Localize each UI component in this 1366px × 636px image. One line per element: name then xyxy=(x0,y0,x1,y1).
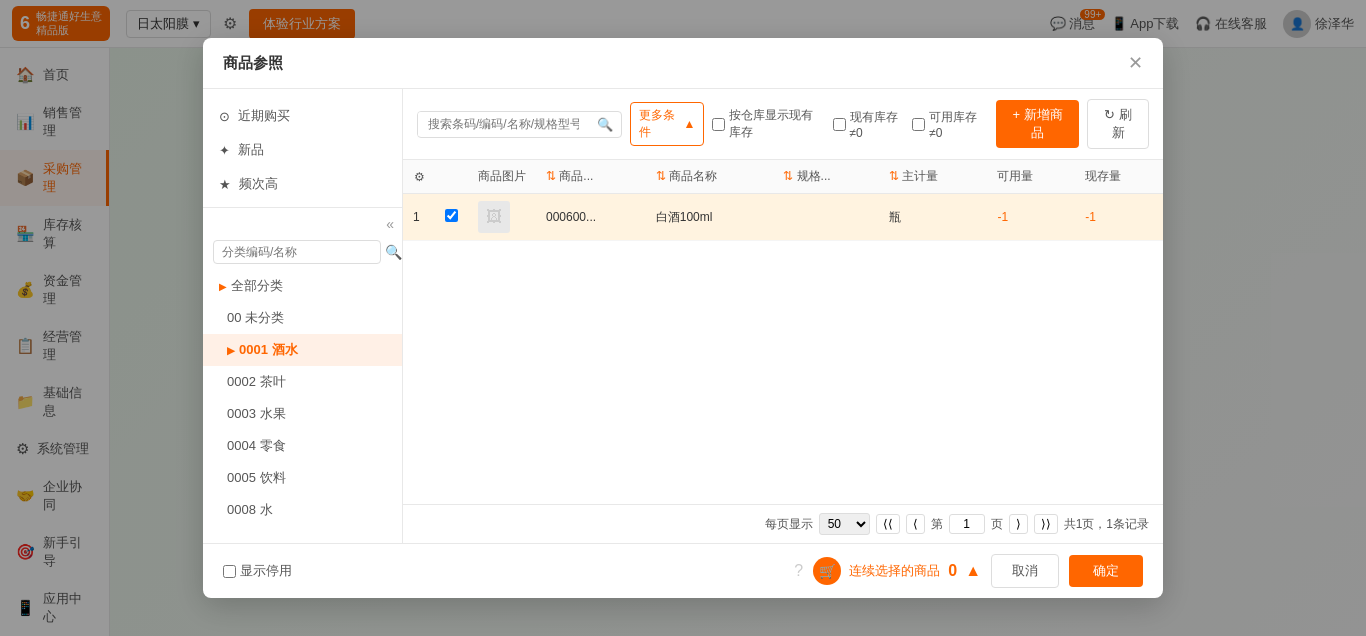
table-header: ⚙ 商品图片 ⇅ 商品... ⇅ xyxy=(403,160,1163,194)
category-search: 🔍 xyxy=(203,234,402,270)
cart-label: 连续选择的商品 xyxy=(849,562,940,580)
category-0001[interactable]: ▶ 0001 酒水 xyxy=(203,334,402,366)
nav-high-freq[interactable]: ★ 频次高 xyxy=(203,167,402,201)
filter-icon: ▲ xyxy=(683,117,695,131)
total-text: 共1页，1条记录 xyxy=(1064,516,1149,533)
search-input[interactable] xyxy=(418,112,589,136)
filter-checkboxes: 按仓库显示现有库存 现有库存≠0 可用库存≠0 xyxy=(712,107,980,141)
star-icon: ★ xyxy=(219,177,231,192)
th-checkbox xyxy=(435,160,468,194)
td-num: 1 xyxy=(403,194,435,241)
modal-left-panel: ⊙ 近期购买 ✦ 新品 ★ 频次高 « xyxy=(203,89,403,543)
category-search-input[interactable] xyxy=(213,240,381,264)
collapse-icon[interactable]: « xyxy=(386,216,394,232)
modal-right-panel: 🔍 更多条件 ▲ 按仓库显示现有库存 现有库存≠0 xyxy=(403,89,1163,543)
page-input[interactable] xyxy=(949,514,985,534)
search-box: 🔍 xyxy=(417,111,622,138)
td-checkbox[interactable] xyxy=(435,194,468,241)
checkbox-stock-nonzero[interactable]: 现有库存≠0 xyxy=(833,109,901,140)
cart-summary: 🛒 连续选择的商品 0 ▲ xyxy=(813,557,981,585)
page-size-select[interactable]: 20 50 100 xyxy=(819,513,870,535)
page-size-label: 每页显示 xyxy=(765,516,813,533)
sort-icon3: ⇅ xyxy=(783,169,793,183)
filter-label: 更多条件 xyxy=(639,107,679,141)
confirm-button[interactable]: 确定 xyxy=(1069,555,1143,587)
td-code: 000600... xyxy=(536,194,646,241)
th-spec[interactable]: ⇅ 规格... xyxy=(773,160,879,194)
collapse-cart-icon[interactable]: ▲ xyxy=(965,562,981,580)
sort-icon: ⇅ xyxy=(546,169,556,183)
category-0008[interactable]: 0008 水 xyxy=(203,494,402,526)
checkbox-available-nonzero[interactable]: 可用库存≠0 xyxy=(912,109,980,140)
pagination: 每页显示 20 50 100 ⟨⟨ ⟨ 第 页 ⟩ ⟩⟩ 共1页，1条记录 xyxy=(403,504,1163,543)
show-disabled-checkbox[interactable]: 显示停用 xyxy=(223,562,292,580)
product-image: 🖼 xyxy=(478,201,510,233)
category-00[interactable]: 00 未分类 xyxy=(203,302,402,334)
next-page-button[interactable]: ⟩ xyxy=(1009,514,1028,534)
first-page-button[interactable]: ⟨⟨ xyxy=(876,514,900,534)
th-image: 商品图片 xyxy=(468,160,536,194)
td-available: -1 xyxy=(987,194,1075,241)
th-stock: 现存量 xyxy=(1075,160,1163,194)
th-name[interactable]: ⇅ 商品名称 xyxy=(646,160,773,194)
category-search-icon[interactable]: 🔍 xyxy=(385,244,402,260)
modal-close-button[interactable]: ✕ xyxy=(1128,52,1143,74)
search-icon[interactable]: 🔍 xyxy=(589,112,621,137)
td-name: 白酒100ml xyxy=(646,194,773,241)
th-settings[interactable]: ⚙ xyxy=(403,160,435,194)
th-unit[interactable]: ⇅ 主计量 xyxy=(879,160,988,194)
category-0004[interactable]: 0004 零食 xyxy=(203,430,402,462)
category-0005[interactable]: 0005 饮料 xyxy=(203,462,402,494)
modal-header: 商品参照 ✕ xyxy=(203,38,1163,89)
td-stock: -1 xyxy=(1075,194,1163,241)
td-unit: 瓶 xyxy=(879,194,988,241)
sort-icon4: ⇅ xyxy=(889,169,899,183)
cart-icon: 🛒 xyxy=(813,557,841,585)
td-spec xyxy=(773,194,879,241)
modal-title: 商品参照 xyxy=(223,54,283,73)
add-product-button[interactable]: + 新增商品 xyxy=(996,100,1079,148)
page-unit: 页 xyxy=(991,516,1003,533)
category-all[interactable]: ▶ 全部分类 xyxy=(203,270,402,302)
table-row[interactable]: 1 🖼 000600... 白酒100ml 瓶 xyxy=(403,194,1163,241)
page-word: 第 xyxy=(931,516,943,533)
help-icon[interactable]: ? xyxy=(794,562,803,580)
filter-button[interactable]: 更多条件 ▲ xyxy=(630,102,704,146)
last-page-button[interactable]: ⟩⟩ xyxy=(1034,514,1058,534)
checkbox-warehouse[interactable]: 按仓库显示现有库存 xyxy=(712,107,820,141)
product-table-wrap: ⚙ 商品图片 ⇅ 商品... ⇅ xyxy=(403,160,1163,504)
modal-overlay[interactable]: 商品参照 ✕ ⊙ 近期购买 ✦ 新品 ★ 频次高 xyxy=(0,0,1366,636)
toolbar: 🔍 更多条件 ▲ 按仓库显示现有库存 现有库存≠0 xyxy=(403,89,1163,160)
category-0002[interactable]: 0002 茶叶 xyxy=(203,366,402,398)
cancel-button[interactable]: 取消 xyxy=(991,554,1059,588)
divider xyxy=(203,207,402,208)
recent-icon: ⊙ xyxy=(219,109,230,124)
category-0010[interactable]: 0010 家电 xyxy=(203,526,402,533)
nav-recent-purchase[interactable]: ⊙ 近期购买 xyxy=(203,99,402,133)
modal-left-nav: ⊙ 近期购买 ✦ 新品 ★ 频次高 xyxy=(203,99,402,201)
modal-footer: 显示停用 ? 🛒 连续选择的商品 0 ▲ 取消 确定 xyxy=(203,543,1163,598)
category-0003[interactable]: 0003 水果 xyxy=(203,398,402,430)
refresh-button[interactable]: ↻ 刷新 xyxy=(1087,99,1149,149)
new-icon: ✦ xyxy=(219,143,230,158)
category-list: ▶ 全部分类 00 未分类 ▶ 0001 酒水 0002 茶叶 0003 水果 xyxy=(203,270,402,533)
td-img: 🖼 xyxy=(468,194,536,241)
modal-product-ref: 商品参照 ✕ ⊙ 近期购买 ✦ 新品 ★ 频次高 xyxy=(203,38,1163,598)
th-code[interactable]: ⇅ 商品... xyxy=(536,160,646,194)
th-available: 可用量 xyxy=(987,160,1075,194)
modal-body: ⊙ 近期购买 ✦ 新品 ★ 频次高 « xyxy=(203,89,1163,543)
product-table: ⚙ 商品图片 ⇅ 商品... ⇅ xyxy=(403,160,1163,241)
sort-icon2: ⇅ xyxy=(656,169,666,183)
prev-page-button[interactable]: ⟨ xyxy=(906,514,925,534)
nav-new-product[interactable]: ✦ 新品 xyxy=(203,133,402,167)
cart-count: 0 xyxy=(948,562,957,580)
